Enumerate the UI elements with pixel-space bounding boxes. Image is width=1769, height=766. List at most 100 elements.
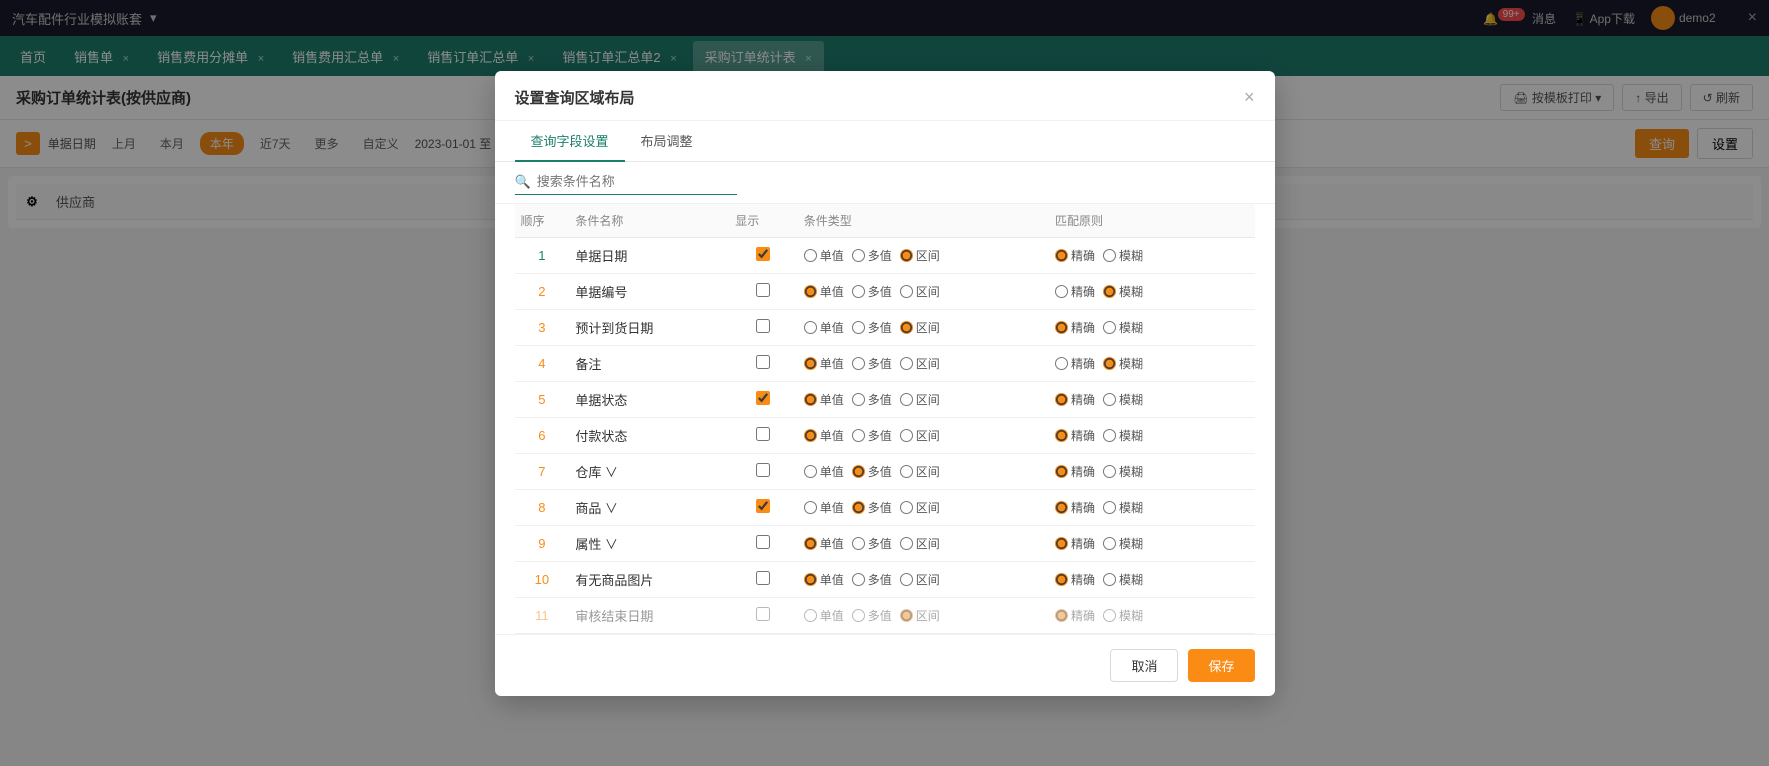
match-radio-item[interactable]: 精确 (1055, 499, 1095, 516)
match-radio-item[interactable]: 模糊 (1103, 535, 1143, 552)
match-radio-item[interactable]: 模糊 (1103, 355, 1143, 372)
type-radio-item[interactable]: 多值 (852, 607, 892, 624)
tab-query-fields[interactable]: 查询字段设置 (515, 121, 625, 162)
type-radio-item[interactable]: 区间 (900, 463, 940, 480)
type-radio-item[interactable]: 单值 (804, 247, 844, 264)
dialog-footer: 取消 保存 (495, 634, 1275, 696)
th-type: 条件类型 (798, 204, 1049, 238)
cell-display[interactable] (729, 525, 798, 561)
match-radio-item[interactable]: 模糊 (1103, 607, 1143, 624)
display-checkbox[interactable] (756, 319, 770, 333)
type-radio-item[interactable]: 单值 (804, 463, 844, 480)
type-radio-item[interactable]: 多值 (852, 427, 892, 444)
match-radio-item[interactable]: 精确 (1055, 535, 1095, 552)
cell-name: 有无商品图片 (569, 561, 729, 597)
match-radio-item[interactable]: 精确 (1055, 355, 1095, 372)
dialog-title: 设置查询区域布局 (515, 87, 635, 108)
display-checkbox[interactable] (756, 499, 770, 513)
dialog-search-area: 🔍 (495, 162, 1275, 204)
cell-display[interactable] (729, 273, 798, 309)
type-radio-item[interactable]: 区间 (900, 607, 940, 624)
cell-type: 单值多值区间 (798, 525, 1049, 561)
match-radio-item[interactable]: 精确 (1055, 571, 1095, 588)
match-radio-item[interactable]: 精确 (1055, 607, 1095, 624)
display-checkbox[interactable] (756, 535, 770, 549)
match-radio-item[interactable]: 模糊 (1103, 283, 1143, 300)
type-radio-item[interactable]: 区间 (900, 499, 940, 516)
display-checkbox[interactable] (756, 571, 770, 585)
match-radio-item[interactable]: 精确 (1055, 319, 1095, 336)
type-radio-item[interactable]: 多值 (852, 355, 892, 372)
display-checkbox[interactable] (756, 463, 770, 477)
type-radio-item[interactable]: 区间 (900, 535, 940, 552)
type-radio-item[interactable]: 区间 (900, 427, 940, 444)
type-radio-item[interactable]: 单值 (804, 391, 844, 408)
type-radio-item[interactable]: 区间 (900, 247, 940, 264)
match-radio-item[interactable]: 模糊 (1103, 319, 1143, 336)
type-radio-item[interactable]: 多值 (852, 499, 892, 516)
cell-display[interactable] (729, 561, 798, 597)
cell-display[interactable] (729, 453, 798, 489)
cell-name: 单据编号 (569, 273, 729, 309)
display-checkbox[interactable] (756, 355, 770, 369)
type-radio-item[interactable]: 多值 (852, 463, 892, 480)
cell-display[interactable] (729, 489, 798, 525)
type-radio-item[interactable]: 单值 (804, 283, 844, 300)
cell-display[interactable] (729, 381, 798, 417)
type-radio-item[interactable]: 单值 (804, 535, 844, 552)
match-radio-item[interactable]: 模糊 (1103, 571, 1143, 588)
type-radio-item[interactable]: 多值 (852, 319, 892, 336)
type-radio-item[interactable]: 区间 (900, 355, 940, 372)
cell-order: 6 (515, 417, 570, 453)
type-radio-item[interactable]: 多值 (852, 391, 892, 408)
match-radio-item[interactable]: 模糊 (1103, 499, 1143, 516)
type-radio-item[interactable]: 多值 (852, 247, 892, 264)
display-checkbox[interactable] (756, 427, 770, 441)
cell-display[interactable] (729, 597, 798, 633)
cell-order: 1 (515, 237, 570, 273)
dialog-table-wrap: 顺序 条件名称 显示 条件类型 匹配原则 1单据日期单值多值区间精确模糊2单据编… (495, 204, 1275, 634)
dialog-close-button[interactable]: × (1244, 87, 1255, 108)
match-radio-item[interactable]: 精确 (1055, 247, 1095, 264)
cell-match: 精确模糊 (1049, 237, 1255, 273)
cell-display[interactable] (729, 309, 798, 345)
type-radio-item[interactable]: 单值 (804, 499, 844, 516)
type-radio-item[interactable]: 区间 (900, 571, 940, 588)
cell-type: 单值多值区间 (798, 489, 1049, 525)
display-checkbox[interactable] (756, 247, 770, 261)
type-radio-item[interactable]: 区间 (900, 283, 940, 300)
cell-display[interactable] (729, 345, 798, 381)
display-checkbox[interactable] (756, 283, 770, 297)
type-radio-item[interactable]: 单值 (804, 571, 844, 588)
match-radio-item[interactable]: 模糊 (1103, 427, 1143, 444)
save-button[interactable]: 保存 (1188, 649, 1254, 682)
type-radio-item[interactable]: 单值 (804, 319, 844, 336)
match-radio-item[interactable]: 精确 (1055, 283, 1095, 300)
match-radio-item[interactable]: 模糊 (1103, 247, 1143, 264)
type-radio-item[interactable]: 区间 (900, 319, 940, 336)
type-radio-item[interactable]: 多值 (852, 283, 892, 300)
match-radio-item[interactable]: 模糊 (1103, 463, 1143, 480)
cancel-button[interactable]: 取消 (1110, 649, 1178, 682)
type-radio-item[interactable]: 单值 (804, 355, 844, 372)
match-radio-item[interactable]: 精确 (1055, 391, 1095, 408)
cell-name: 仓库 ∨ (569, 453, 729, 489)
cell-match: 精确模糊 (1049, 309, 1255, 345)
display-checkbox[interactable] (756, 391, 770, 405)
match-radio-item[interactable]: 模糊 (1103, 391, 1143, 408)
search-input[interactable] (537, 174, 737, 189)
cell-display[interactable] (729, 417, 798, 453)
cell-display[interactable] (729, 237, 798, 273)
tab-layout-adjust[interactable]: 布局调整 (625, 121, 709, 162)
display-checkbox[interactable] (756, 607, 770, 621)
table-row: 10有无商品图片单值多值区间精确模糊 (515, 561, 1255, 597)
type-radio-item[interactable]: 单值 (804, 607, 844, 624)
type-radio-item[interactable]: 多值 (852, 571, 892, 588)
match-radio-item[interactable]: 精确 (1055, 463, 1095, 480)
type-radio-item[interactable]: 区间 (900, 391, 940, 408)
type-radio-item[interactable]: 多值 (852, 535, 892, 552)
match-radio-item[interactable]: 精确 (1055, 427, 1095, 444)
table-row: 6付款状态单值多值区间精确模糊 (515, 417, 1255, 453)
overlay: 设置查询区域布局 × 查询字段设置 布局调整 🔍 顺序 (0, 0, 1769, 766)
type-radio-item[interactable]: 单值 (804, 427, 844, 444)
